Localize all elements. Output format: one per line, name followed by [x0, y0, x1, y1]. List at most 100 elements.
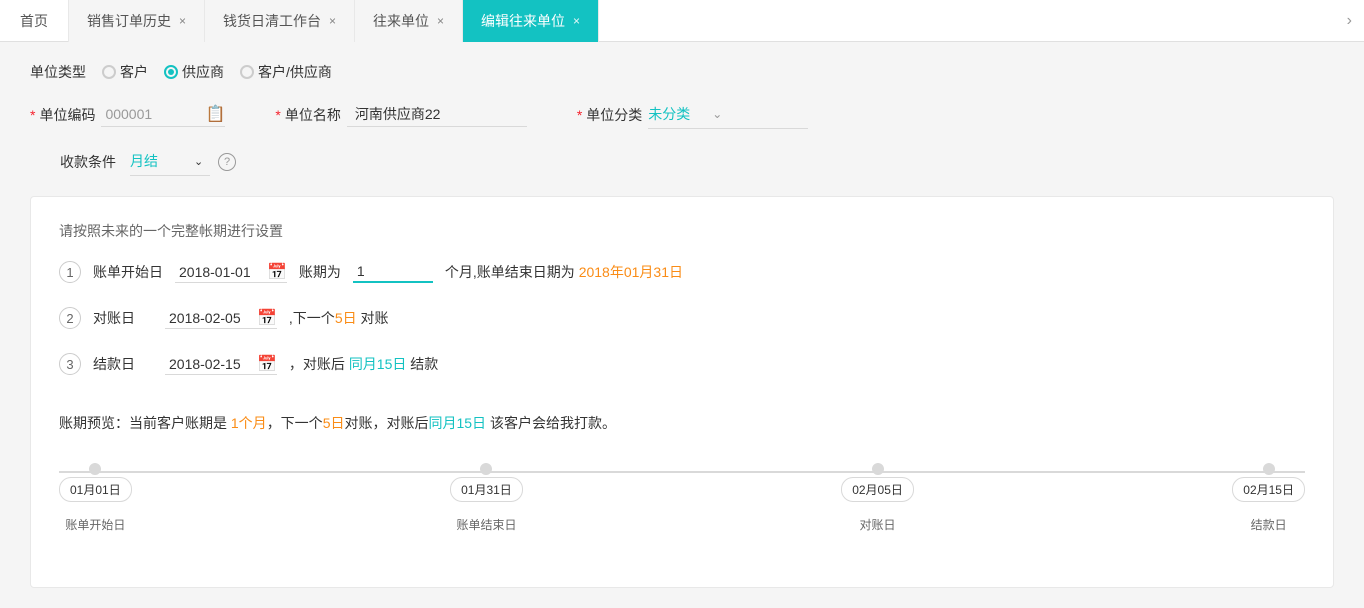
start-date-wrap: 📅: [175, 262, 287, 283]
unit-type-row: 单位类型 客户 供应商 客户/供应商: [30, 62, 1334, 82]
tab-edit-partner-label: 编辑往来单位: [481, 11, 565, 31]
radio-both-circle: [240, 65, 254, 79]
timeline-node-2: 01月31日 账单结束日: [450, 463, 523, 533]
unit-type-label: 单位类型: [30, 62, 86, 82]
radio-customer-circle: [102, 65, 116, 79]
timeline-node-3: 02月05日 对账日: [841, 463, 914, 533]
payment-date-calendar-icon[interactable]: 📅: [257, 354, 277, 374]
tab-partner-list-close[interactable]: ×: [437, 14, 444, 28]
radio-both[interactable]: 客户/供应商: [240, 62, 332, 82]
unit-code-input[interactable]: [101, 102, 201, 126]
unit-category-required: *: [577, 107, 582, 123]
timeline-badge-3: 02月05日: [841, 477, 914, 502]
preview-text: 账期预览：当前客户账期是 1个月，下一个5日对账，对账后同月15日 该客户会给我…: [59, 413, 1305, 433]
period-suffix-3: ，对账后 同月15日 结款: [289, 354, 438, 374]
tab-cash-workbench-label: 钱货日清工作台: [223, 11, 321, 31]
payment-condition-select[interactable]: 月结 ⌄: [130, 147, 210, 176]
tab-cash-workbench[interactable]: 钱货日清工作台 ×: [205, 0, 355, 42]
period-row-3: 3 结款日 📅 ，对账后 同月15日 结款: [59, 353, 1305, 375]
payment-date-wrap: 📅: [165, 354, 277, 375]
unit-code-input-wrap: 📋: [101, 102, 225, 127]
unit-code-label: 单位编码: [39, 105, 95, 125]
period-num-2: 2: [59, 307, 81, 329]
unit-code-required: *: [30, 107, 35, 123]
tab-sales-history-label: 销售订单历史: [87, 11, 171, 31]
tab-sales-history-close[interactable]: ×: [179, 14, 186, 28]
period-suffix-2: ,下一个5日 对账: [289, 308, 389, 328]
unit-name-group: * 单位名称: [275, 102, 526, 127]
timeline-badge-4: 02月15日: [1232, 477, 1305, 502]
tab-edit-partner[interactable]: 编辑往来单位 ×: [463, 0, 599, 42]
period-label-3: 结款日: [93, 354, 153, 374]
unit-info-row: * 单位编码 📋 * 单位名称 * 单位分类 未分类 ⌄: [30, 100, 1334, 129]
period-num-3: 3: [59, 353, 81, 375]
reconcile-date-calendar-icon[interactable]: 📅: [257, 308, 277, 328]
tab-home[interactable]: 首页: [0, 0, 69, 42]
radio-both-label: 客户/供应商: [258, 62, 332, 82]
radio-customer-label: 客户: [120, 62, 148, 82]
unit-category-group: * 单位分类 未分类 ⌄: [577, 100, 808, 129]
reconcile-date-input[interactable]: [165, 308, 255, 328]
months-input[interactable]: [353, 261, 433, 283]
unit-type-radio-group: 客户 供应商 客户/供应商: [102, 62, 332, 82]
tab-partner-list-label: 往来单位: [373, 11, 429, 31]
tabs-scroll-right[interactable]: ›: [1335, 12, 1364, 30]
radio-supplier[interactable]: 供应商: [164, 62, 224, 82]
tab-home-label: 首页: [20, 11, 48, 31]
unit-category-value: 未分类: [648, 100, 708, 128]
period-label-2: 对账日: [93, 308, 153, 328]
content-area: 单位类型 客户 供应商 客户/供应商 * 单位编码 📋: [0, 42, 1364, 608]
timeline-dot-1: [89, 463, 101, 475]
reconcile-date-wrap: 📅: [165, 308, 277, 329]
period-label-1: 账单开始日: [93, 262, 163, 282]
tabs-bar: 首页 销售订单历史 × 钱货日清工作台 × 往来单位 × 编辑往来单位 × ›: [0, 0, 1364, 42]
start-date-calendar-icon[interactable]: 📅: [267, 262, 287, 282]
radio-supplier-circle: [164, 65, 178, 79]
preview-day: 5日: [323, 415, 345, 431]
timeline-label-4: 结款日: [1251, 516, 1287, 533]
unit-name-required: *: [275, 107, 280, 123]
timeline-dot-3: [872, 463, 884, 475]
timeline-dot-2: [480, 463, 492, 475]
help-icon[interactable]: ?: [218, 153, 236, 171]
preview-section: 账期预览：当前客户账期是 1个月，下一个5日对账，对账后同月15日 该客户会给我…: [59, 399, 1305, 563]
start-date-input[interactable]: [175, 262, 265, 282]
preview-payment-day: 同月15日: [428, 415, 486, 431]
payment-condition-chevron: ⌄: [194, 155, 203, 168]
payment-condition-row: 收款条件 月结 ⌄ ?: [60, 147, 1334, 176]
payment-date-input[interactable]: [165, 354, 255, 374]
timeline-label-1: 账单开始日: [65, 516, 125, 533]
period-suffix-1a: 账期为: [299, 262, 341, 282]
timeline: 01月01日 账单开始日 01月31日 账单结束日 02月05日 对账日 02月…: [59, 453, 1305, 563]
timeline-dot-4: [1263, 463, 1275, 475]
timeline-badge-2: 01月31日: [450, 477, 523, 502]
unit-category-chevron: ⌄: [712, 107, 722, 121]
unit-category-label: 单位分类: [586, 105, 642, 125]
tab-sales-history[interactable]: 销售订单历史 ×: [69, 0, 205, 42]
period-suffix-1b: 个月,账单结束日期为 2018年01月31日: [445, 262, 683, 282]
unit-code-copy-icon[interactable]: 📋: [205, 104, 225, 124]
timeline-node-1: 01月01日 账单开始日: [59, 463, 132, 533]
period-row-2: 2 对账日 📅 ,下一个5日 对账: [59, 307, 1305, 329]
timeline-badge-1: 01月01日: [59, 477, 132, 502]
tab-cash-workbench-close[interactable]: ×: [329, 14, 336, 28]
timeline-line: [59, 471, 1305, 473]
radio-customer[interactable]: 客户: [102, 62, 148, 82]
payment-condition-value: 月结: [130, 147, 190, 175]
unit-name-label: 单位名称: [285, 105, 341, 125]
main-card: 请按照未来的一个完整帐期进行设置 1 账单开始日 📅 账期为 个月,账单结束日期…: [30, 196, 1334, 588]
timeline-label-3: 对账日: [860, 516, 896, 533]
period-num-1: 1: [59, 261, 81, 283]
timeline-node-4: 02月15日 结款日: [1232, 463, 1305, 533]
payment-condition-label: 收款条件: [60, 152, 116, 172]
tab-edit-partner-close[interactable]: ×: [573, 14, 580, 28]
unit-category-select[interactable]: 未分类 ⌄: [648, 100, 808, 129]
tab-partner-list[interactable]: 往来单位 ×: [355, 0, 463, 42]
unit-name-input[interactable]: [347, 102, 527, 127]
period-row-1: 1 账单开始日 📅 账期为 个月,账单结束日期为 2018年01月31日: [59, 261, 1305, 283]
preview-months: 1个月: [231, 415, 267, 431]
unit-code-group: * 单位编码 📋: [30, 102, 225, 127]
timeline-label-2: 账单结束日: [456, 516, 516, 533]
radio-supplier-label: 供应商: [182, 62, 224, 82]
card-subtitle: 请按照未来的一个完整帐期进行设置: [59, 221, 1305, 241]
